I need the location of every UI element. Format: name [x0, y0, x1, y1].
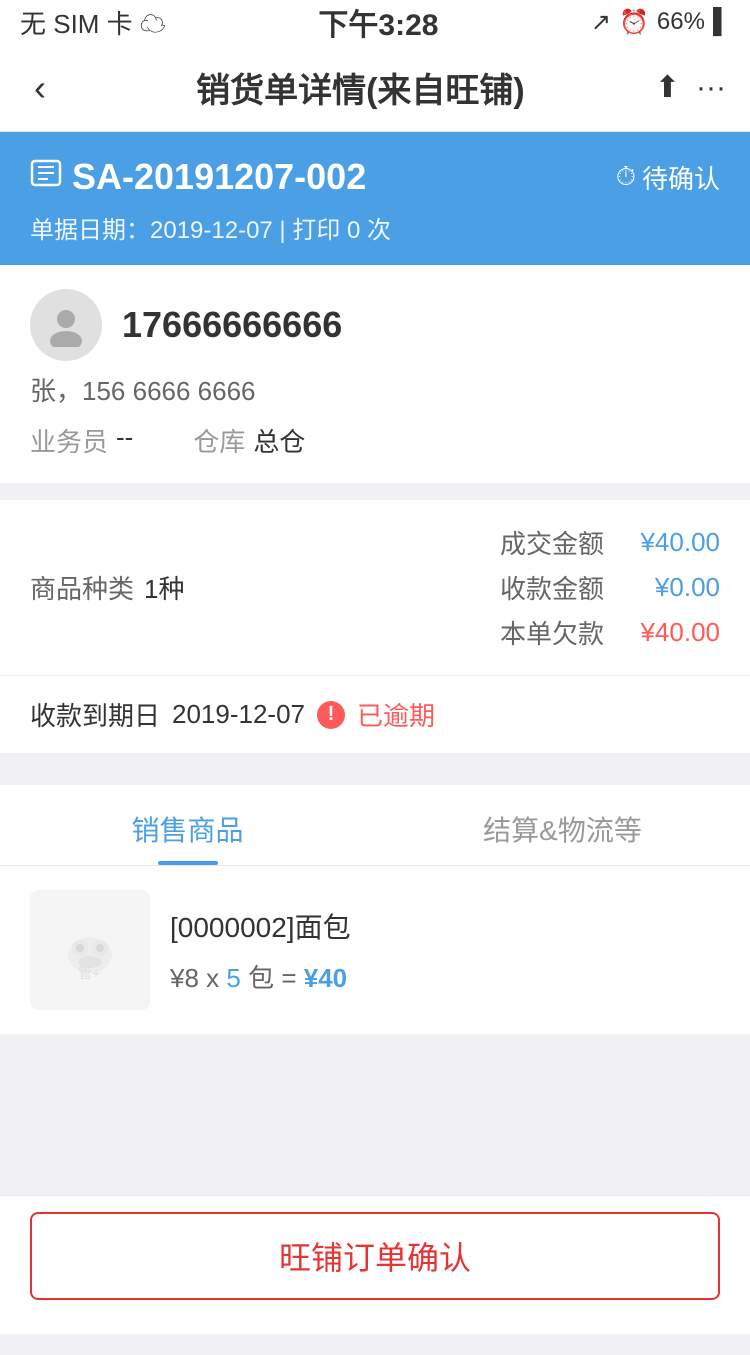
confirm-order-label: 旺铺订单确认 — [279, 1233, 471, 1279]
customer-top: 17666666666 — [30, 289, 720, 361]
due-date-card: 收款到期日 2019-12-07 ! 已逾期 — [0, 675, 750, 753]
status-left: 无 SIM 卡 ☁ — [20, 4, 166, 41]
unit-price: ¥8 — [170, 963, 199, 993]
order-date: 单据日期：2019-12-07 | 打印 0 次 — [30, 210, 720, 245]
no-sim-text: 无 SIM 卡 ☁ — [20, 4, 166, 41]
summary-left: 商品种类 1种 — [30, 569, 184, 606]
summary-card: 商品种类 1种 成交金额 ¥40.00 收款金额 ¥0.00 本单欠款 ¥40.… — [0, 500, 750, 675]
product-info: [0000002]面包 ¥8 x 5 包 = ¥40 — [170, 906, 720, 995]
status-text: 待确认 — [642, 159, 720, 196]
svg-text:管+: 管+ — [78, 965, 100, 981]
product-total: ¥40 — [304, 963, 347, 993]
divider-1 — [0, 484, 750, 500]
status-time: 下午3:28 — [318, 0, 438, 44]
tab-settlement-label: 结算&物流等 — [483, 815, 642, 846]
order-status: ⏱ 待确认 — [616, 159, 720, 196]
tabs-bar: 销售商品 结算&物流等 — [0, 785, 750, 866]
product-name: [0000002]面包 — [170, 906, 720, 946]
multiply-sign: x — [206, 963, 226, 993]
order-number: SA-20191207-002 — [72, 156, 366, 198]
empty-area — [0, 1035, 750, 1215]
deal-amount-value: ¥40.00 — [620, 527, 720, 558]
share-icon[interactable]: ⬆ — [655, 70, 680, 105]
summary-row: 商品种类 1种 成交金额 ¥40.00 收款金额 ¥0.00 本单欠款 ¥40.… — [30, 524, 720, 651]
confirm-order-button[interactable]: 旺铺订单确认 — [30, 1212, 720, 1300]
more-icon[interactable]: ··· — [696, 71, 726, 105]
customer-card: 17666666666 张，156 6666 6666 业务员 -- 仓库 总仓 — [0, 265, 750, 484]
product-qty: 5 — [226, 963, 240, 993]
salesperson-label: 业务员 — [30, 422, 108, 459]
debt-amount-label: 本单欠款 — [500, 614, 604, 651]
overdue-text: 已逾期 — [357, 696, 435, 733]
clock-status-icon: ⏱ — [616, 161, 636, 193]
tab-sales-products-label: 销售商品 — [131, 815, 243, 846]
divider-2 — [0, 753, 750, 769]
order-id: SA-20191207-002 — [30, 156, 366, 198]
customer-meta: 业务员 -- 仓库 总仓 — [30, 422, 720, 459]
tab-sales-products[interactable]: 销售商品 — [0, 785, 375, 865]
battery-text: 66% — [657, 8, 705, 36]
product-name-text: 面包 — [295, 912, 351, 943]
order-icon — [30, 156, 62, 198]
debt-amount-value: ¥40.00 — [620, 617, 720, 648]
receipt-amount-value: ¥0.00 — [620, 572, 720, 603]
product-type-value: 1种 — [144, 569, 184, 606]
receipt-amount-row: 收款金额 ¥0.00 — [500, 569, 720, 606]
product-price: ¥8 x 5 包 = ¥40 — [170, 958, 720, 995]
page-title: 销货单详情(来自旺铺) — [66, 63, 655, 112]
salesperson-item: 业务员 -- — [30, 422, 133, 459]
product-list: 管+ [0000002]面包 ¥8 x 5 包 = ¥40 — [0, 866, 750, 1035]
equals-sign: = — [281, 963, 303, 993]
product-type-label: 商品种类 — [30, 569, 134, 606]
tab-settlement[interactable]: 结算&物流等 — [375, 785, 750, 865]
location-icon: ↗ — [591, 8, 611, 37]
nav-actions: ⬆ ··· — [655, 70, 726, 105]
product-code: [0000002] — [170, 912, 295, 943]
customer-name: 张，156 6666 6666 — [30, 371, 720, 408]
status-right: ↗ ⏰ 66% ▌ — [591, 8, 730, 37]
due-date-label: 收款到期日 — [30, 696, 160, 733]
status-bar: 无 SIM 卡 ☁ 下午3:28 ↗ ⏰ 66% ▌ — [0, 0, 750, 44]
warehouse-value: 总仓 — [253, 422, 305, 459]
customer-phone: 17666666666 — [122, 304, 342, 346]
salesperson-value: -- — [116, 422, 133, 459]
warehouse-label: 仓库 — [193, 422, 245, 459]
product-thumbnail: 管+ — [30, 890, 150, 1010]
deal-amount-row: 成交金额 ¥40.00 — [500, 524, 720, 561]
deal-amount-label: 成交金额 — [500, 524, 604, 561]
product-item: 管+ [0000002]面包 ¥8 x 5 包 = ¥40 — [0, 866, 750, 1035]
summary-right: 成交金额 ¥40.00 收款金额 ¥0.00 本单欠款 ¥40.00 — [500, 524, 720, 651]
bottom-bar: 旺铺订单确认 — [0, 1195, 750, 1334]
order-header-top: SA-20191207-002 ⏱ 待确认 — [30, 156, 720, 198]
back-button[interactable]: ‹ — [24, 57, 56, 119]
overdue-icon: ! — [317, 701, 345, 729]
warehouse-item: 仓库 总仓 — [193, 422, 305, 459]
nav-bar: ‹ 销货单详情(来自旺铺) ⬆ ··· — [0, 44, 750, 132]
due-date-value: 2019-12-07 — [172, 699, 305, 730]
customer-avatar — [30, 289, 102, 361]
battery-icon: ▌ — [713, 8, 730, 36]
order-header: SA-20191207-002 ⏱ 待确认 单据日期：2019-12-07 | … — [0, 132, 750, 265]
product-unit: 包 — [248, 963, 274, 993]
debt-amount-row: 本单欠款 ¥40.00 — [500, 614, 720, 651]
receipt-amount-label: 收款金额 — [500, 569, 604, 606]
clock-icon: ⏰ — [619, 8, 649, 37]
